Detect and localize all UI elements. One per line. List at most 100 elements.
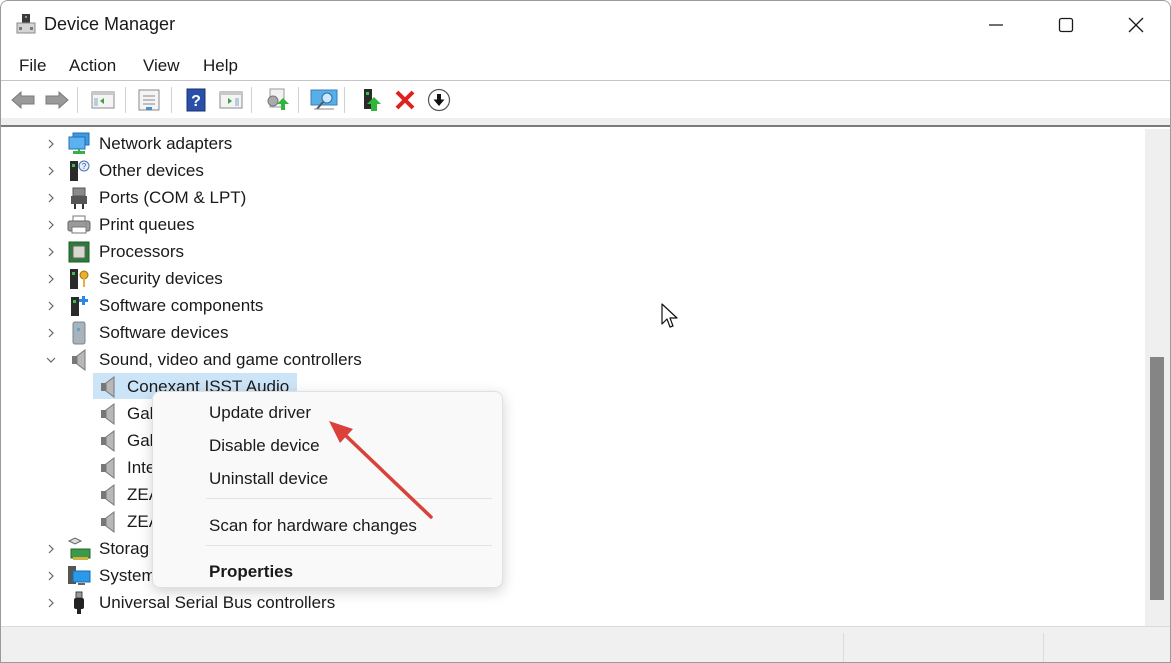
tree-item-software-devices[interactable]: Software devices [4, 319, 604, 346]
context-menu-disable-device[interactable]: Disable device [209, 436, 320, 456]
menu-view[interactable]: View [141, 56, 182, 76]
tree-item-security-devices[interactable]: Security devices [4, 265, 604, 292]
toolbar-separator [171, 87, 172, 113]
speaker-icon [101, 402, 115, 425]
chevron-right-icon[interactable] [44, 245, 58, 259]
chevron-right-icon[interactable] [44, 218, 58, 232]
help-icon: ? [186, 88, 206, 112]
show-hide-console-tree-button[interactable] [89, 87, 117, 113]
context-menu-properties[interactable]: Properties [209, 562, 293, 582]
processor-icon [68, 241, 90, 262]
context-menu-separator [206, 498, 492, 499]
arrow-right-icon [45, 90, 69, 110]
printer-icon [67, 215, 91, 233]
disable-device-button[interactable] [425, 87, 453, 113]
menu-action[interactable]: Action [67, 56, 118, 76]
toolbar: ? [1, 82, 1170, 118]
speaker-icon [101, 456, 115, 479]
menu-file[interactable]: File [17, 56, 48, 76]
context-menu-update-driver[interactable]: Update driver [209, 403, 311, 423]
properties-button[interactable] [135, 87, 163, 113]
toolbar-separator [251, 87, 252, 113]
scrollbar-thumb[interactable] [1150, 357, 1164, 600]
software-component-icon [71, 295, 88, 316]
context-menu-scan-hardware[interactable]: Scan for hardware changes [209, 516, 417, 536]
maximize-button[interactable] [1031, 1, 1101, 49]
chevron-right-icon[interactable] [44, 164, 58, 178]
status-bar-divider [1043, 633, 1044, 662]
speaker-icon [101, 510, 115, 533]
storage-controller-icon [67, 536, 91, 560]
tree-item-processors[interactable]: Processors [4, 238, 604, 265]
help-button[interactable]: ? [182, 87, 210, 113]
tree-item-ports[interactable]: Ports (COM & LPT) [4, 184, 604, 211]
down-arrow-circle-icon [427, 88, 451, 112]
properties-sheet-icon [138, 89, 160, 111]
forward-button[interactable] [43, 87, 71, 113]
back-button[interactable] [9, 87, 37, 113]
tree-item-usb-controllers[interactable]: Universal Serial Bus controllers [4, 589, 604, 616]
toolbar-separator [344, 87, 345, 113]
scan-monitor-icon [310, 89, 338, 110]
close-button[interactable] [1101, 1, 1170, 49]
chevron-right-icon[interactable] [44, 272, 58, 286]
usb-icon [74, 591, 84, 614]
vertical-scrollbar[interactable] [1145, 129, 1170, 626]
menu-help[interactable]: Help [201, 56, 240, 76]
speaker-icon [101, 483, 115, 506]
system-devices-icon [68, 565, 91, 585]
chevron-right-icon[interactable] [44, 191, 58, 205]
title-bar: Device Manager [1, 1, 1170, 49]
chevron-right-icon[interactable] [44, 569, 58, 583]
speaker-icon [101, 429, 115, 452]
chevron-right-icon[interactable] [44, 326, 58, 340]
software-device-icon [72, 321, 86, 344]
minimize-icon [989, 24, 1003, 26]
close-icon [1128, 17, 1144, 33]
tree-item-sound-video-game-controllers[interactable]: Sound, video and game controllers [4, 346, 604, 373]
port-icon [71, 187, 87, 209]
toolbar-separator [298, 87, 299, 113]
device-manager-icon [16, 14, 36, 34]
scan-hardware-button[interactable] [310, 87, 338, 113]
context-menu: Update driver Disable device Uninstall d… [152, 391, 503, 588]
tree-item-network-adapters[interactable]: Network adapters [4, 130, 604, 157]
chevron-right-icon[interactable] [44, 299, 58, 313]
status-bar [1, 626, 1170, 662]
other-devices-icon: ? [70, 160, 90, 181]
speaker-icon [72, 348, 86, 371]
update-driver-icon [267, 88, 289, 110]
svg-text:?: ? [191, 93, 201, 110]
context-menu-separator [206, 545, 492, 546]
tree-item-software-components[interactable]: Software components [4, 292, 604, 319]
update-driver-button[interactable] [263, 87, 291, 113]
context-menu-uninstall-device[interactable]: Uninstall device [209, 469, 328, 489]
chevron-right-icon[interactable] [44, 542, 58, 556]
console-tree-icon [91, 91, 115, 109]
window-title: Device Manager [44, 14, 176, 34]
tree-header-strip [1, 118, 1170, 127]
network-adapter-icon [68, 132, 90, 154]
chevron-down-icon[interactable] [44, 353, 58, 367]
status-bar-divider [843, 633, 844, 662]
speaker-icon [101, 375, 115, 398]
uninstall-device-button[interactable] [391, 87, 419, 113]
tree-item-other-devices[interactable]: ? Other devices [4, 157, 604, 184]
toolbar-separator [77, 87, 78, 113]
show-hide-action-pane-button[interactable] [217, 87, 245, 113]
chevron-right-icon[interactable] [44, 596, 58, 610]
minimize-button[interactable] [961, 1, 1031, 49]
toolbar-separator [125, 87, 126, 113]
maximize-icon [1058, 17, 1074, 33]
action-pane-icon [219, 91, 243, 109]
mouse-cursor-icon [661, 303, 678, 328]
arrow-left-icon [11, 90, 35, 110]
chevron-right-icon[interactable] [44, 137, 58, 151]
enable-device-icon [364, 89, 381, 111]
red-x-icon [395, 90, 415, 110]
device-manager-window: Device Manager File Action View Help ? N… [0, 0, 1171, 663]
enable-device-button[interactable] [357, 87, 385, 113]
menu-bar: File Action View Help [1, 51, 1170, 81]
svg-text:?: ? [82, 162, 87, 171]
tree-item-print-queues[interactable]: Print queues [4, 211, 604, 238]
